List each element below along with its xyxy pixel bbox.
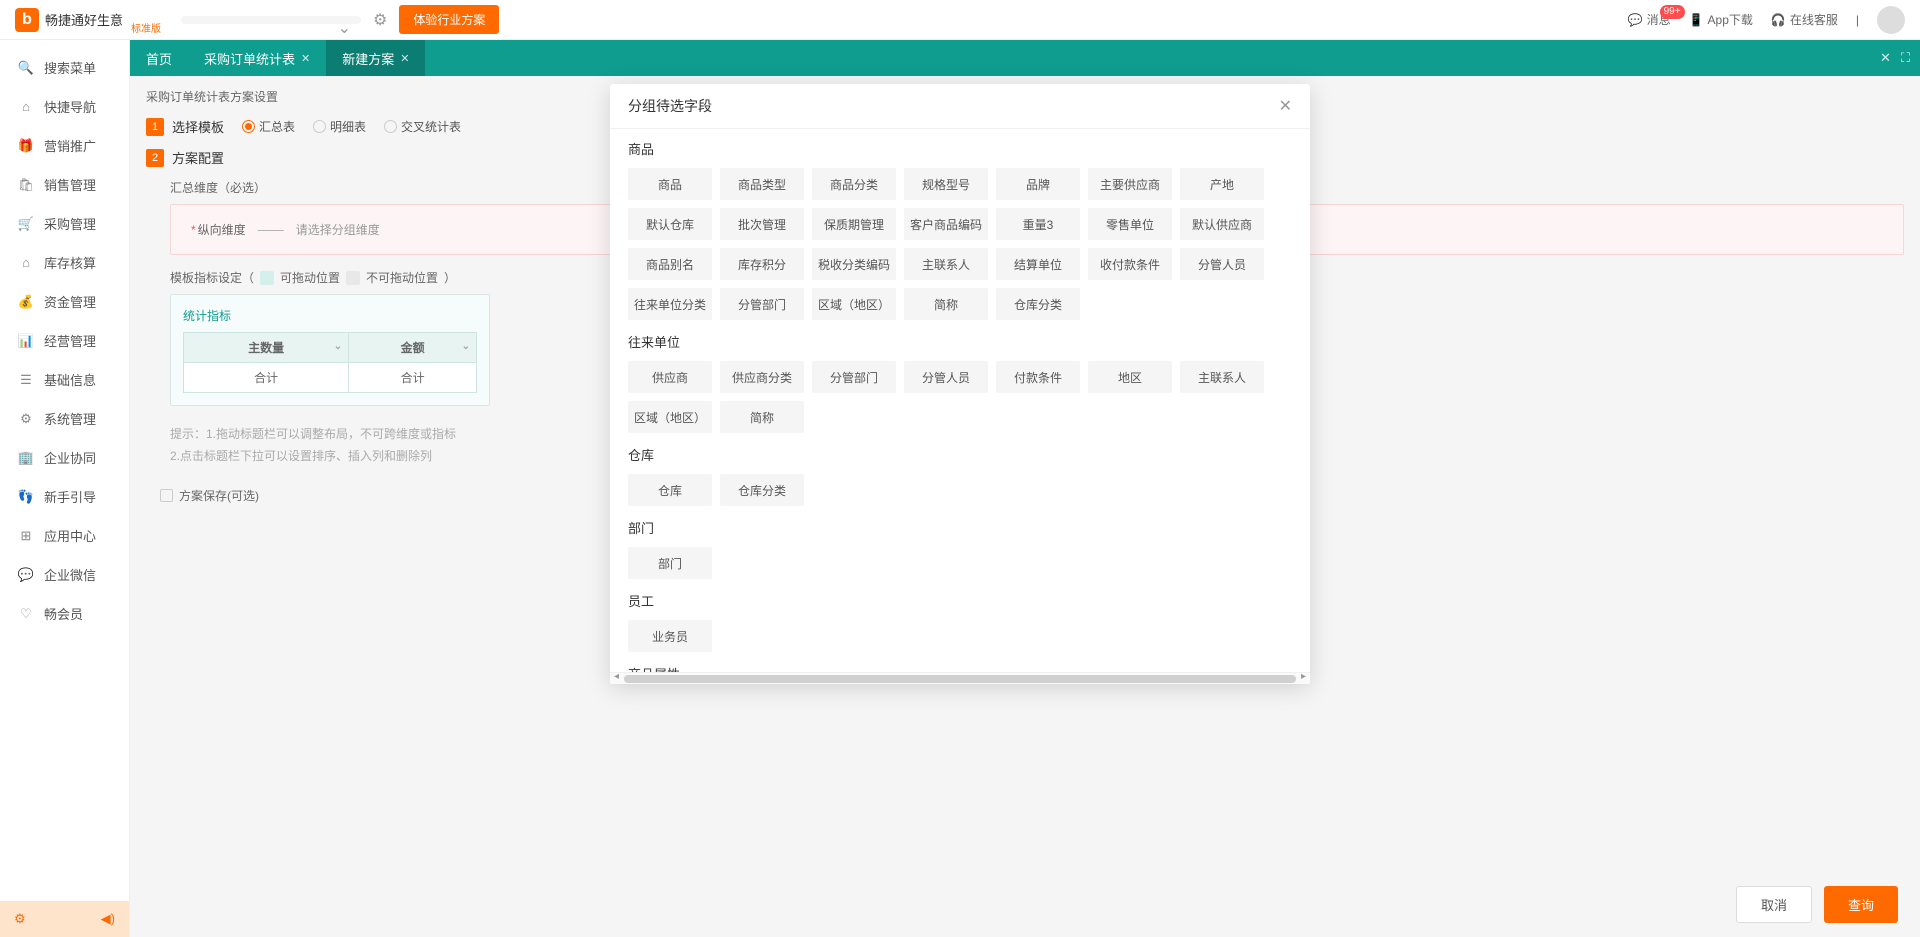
field-button[interactable]: 品牌 <box>996 168 1080 200</box>
field-grid: 仓库仓库分类 <box>628 474 1292 506</box>
field-button[interactable]: 结算单位 <box>996 248 1080 280</box>
field-button[interactable]: 重量3 <box>996 208 1080 240</box>
field-grid: 部门 <box>628 547 1292 579</box>
group-title: 员工 <box>628 591 1292 610</box>
group-title: 往来单位 <box>628 332 1292 351</box>
field-button[interactable]: 收付款条件 <box>1088 248 1172 280</box>
field-grid: 供应商供应商分类分管部门分管人员付款条件地区主联系人区域（地区）简称 <box>628 361 1292 433</box>
modal-horizontal-scrollbar[interactable] <box>610 672 1310 684</box>
group-title: 商品 <box>628 139 1292 158</box>
field-button[interactable]: 供应商 <box>628 361 712 393</box>
field-button[interactable]: 分管部门 <box>720 288 804 320</box>
field-button[interactable]: 供应商分类 <box>720 361 804 393</box>
field-button[interactable]: 默认供应商 <box>1180 208 1264 240</box>
field-button[interactable]: 税收分类编码 <box>812 248 896 280</box>
field-button[interactable]: 部门 <box>628 547 712 579</box>
field-button[interactable]: 付款条件 <box>996 361 1080 393</box>
group-title: 商品属性 <box>628 664 1292 672</box>
field-group-2: 仓库仓库仓库分类 <box>628 445 1292 506</box>
modal-title: 分组待选字段 <box>628 96 712 116</box>
field-grid: 商品商品类型商品分类规格型号品牌主要供应商产地默认仓库批次管理保质期管理客户商品… <box>628 168 1292 320</box>
field-button[interactable]: 主联系人 <box>904 248 988 280</box>
field-button[interactable]: 商品类型 <box>720 168 804 200</box>
field-button[interactable]: 仓库分类 <box>720 474 804 506</box>
field-button[interactable]: 商品分类 <box>812 168 896 200</box>
field-button[interactable]: 区域（地区） <box>812 288 896 320</box>
field-group-4: 员工业务员 <box>628 591 1292 652</box>
field-button[interactable]: 主联系人 <box>1180 361 1264 393</box>
field-button[interactable]: 区域（地区） <box>628 401 712 433</box>
field-button[interactable]: 仓库分类 <box>996 288 1080 320</box>
hscroll-thumb[interactable] <box>624 675 1296 683</box>
field-button[interactable]: 批次管理 <box>720 208 804 240</box>
group-title: 部门 <box>628 518 1292 537</box>
field-button[interactable]: 分管人员 <box>1180 248 1264 280</box>
field-button[interactable]: 商品别名 <box>628 248 712 280</box>
field-button[interactable]: 默认仓库 <box>628 208 712 240</box>
field-group-3: 部门部门 <box>628 518 1292 579</box>
field-button[interactable]: 保质期管理 <box>812 208 896 240</box>
field-group-0: 商品商品商品类型商品分类规格型号品牌主要供应商产地默认仓库批次管理保质期管理客户… <box>628 139 1292 320</box>
modal-header: 分组待选字段 ✕ <box>610 84 1310 129</box>
modal-body[interactable]: 商品商品商品类型商品分类规格型号品牌主要供应商产地默认仓库批次管理保质期管理客户… <box>610 129 1310 672</box>
field-button[interactable]: 零售单位 <box>1088 208 1172 240</box>
field-button[interactable]: 分管部门 <box>812 361 896 393</box>
field-button[interactable]: 简称 <box>720 401 804 433</box>
close-icon[interactable]: ✕ <box>1279 96 1292 116</box>
field-button[interactable]: 客户商品编码 <box>904 208 988 240</box>
field-button[interactable]: 往来单位分类 <box>628 288 712 320</box>
field-button[interactable]: 库存积分 <box>720 248 804 280</box>
field-button[interactable]: 产地 <box>1180 168 1264 200</box>
field-select-modal: 分组待选字段 ✕ 商品商品商品类型商品分类规格型号品牌主要供应商产地默认仓库批次… <box>610 84 1310 684</box>
field-button[interactable]: 地区 <box>1088 361 1172 393</box>
group-title: 仓库 <box>628 445 1292 464</box>
field-button[interactable]: 仓库 <box>628 474 712 506</box>
field-group-5: 商品属性属性颜色多规格尺码鞋码1 <box>628 664 1292 672</box>
field-grid: 业务员 <box>628 620 1292 652</box>
field-button[interactable]: 业务员 <box>628 620 712 652</box>
field-button[interactable]: 简称 <box>904 288 988 320</box>
field-group-1: 往来单位供应商供应商分类分管部门分管人员付款条件地区主联系人区域（地区）简称 <box>628 332 1292 433</box>
field-button[interactable]: 主要供应商 <box>1088 168 1172 200</box>
field-button[interactable]: 规格型号 <box>904 168 988 200</box>
field-button[interactable]: 分管人员 <box>904 361 988 393</box>
field-button[interactable]: 商品 <box>628 168 712 200</box>
